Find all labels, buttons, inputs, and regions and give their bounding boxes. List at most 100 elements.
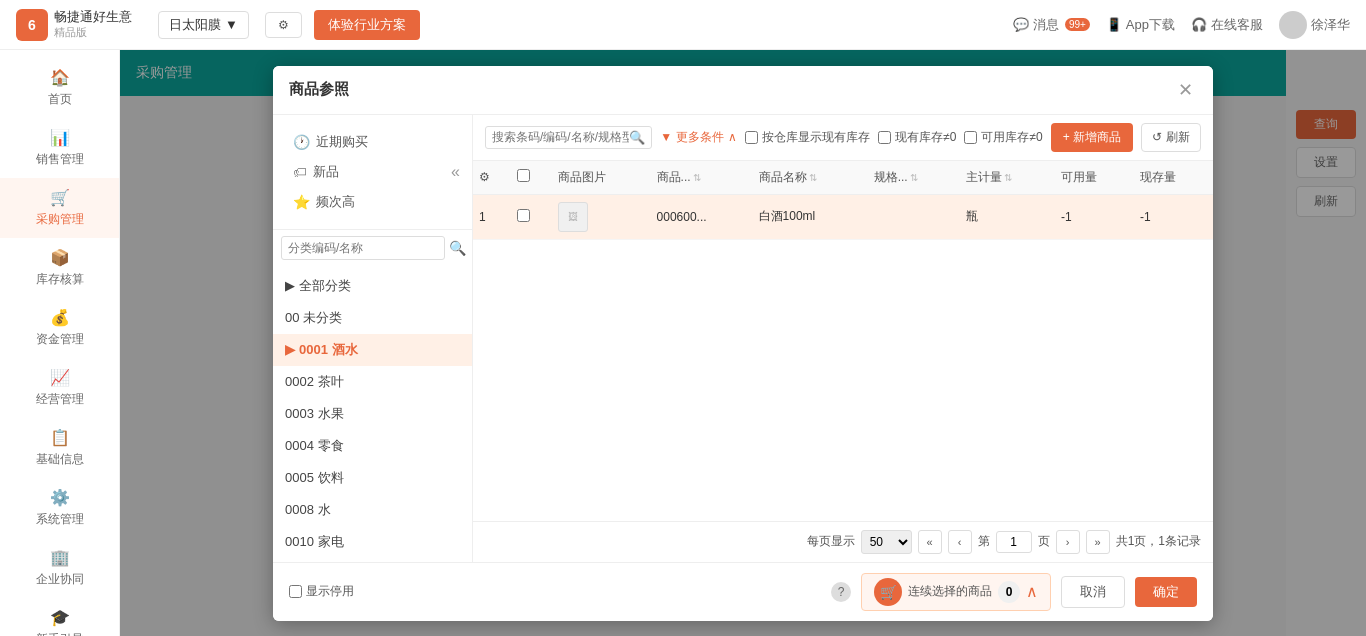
category-search-btn[interactable]: 🔍 bbox=[449, 240, 466, 256]
add-product-btn[interactable]: + 新增商品 bbox=[1051, 123, 1133, 152]
clock-icon: 🕐 bbox=[293, 134, 310, 150]
sort-spec-icon: ⇅ bbox=[910, 172, 918, 183]
cat-label-0003: 0003 水果 bbox=[285, 406, 344, 421]
sidebar-item-sales[interactable]: 📊 销售管理 bbox=[0, 118, 119, 178]
modal-footer: 显示停用 ? 🛒 连续选择的商品 0 ∧ 取消 确定 bbox=[273, 562, 1213, 621]
sidebar-item-system[interactable]: ⚙️ 系统管理 bbox=[0, 478, 119, 538]
table-row[interactable]: 1 🖼 bbox=[473, 194, 1213, 239]
nav-selector[interactable]: 日太阳膜 ▼ bbox=[158, 11, 249, 39]
per-page-select[interactable]: 50 20 100 bbox=[861, 530, 912, 554]
th-unit[interactable]: 主计量 ⇅ bbox=[960, 161, 1055, 195]
arrow-right-active-icon: ▶ bbox=[285, 342, 295, 357]
online-service-label: 在线客服 bbox=[1211, 16, 1263, 34]
cat-item-00[interactable]: 00 未分类 bbox=[273, 302, 472, 334]
modal-left-top: 🕐 近期购买 🏷 新品 ⭐ 频次高 bbox=[273, 115, 472, 230]
sidebar-item-business[interactable]: 📈 经营管理 bbox=[0, 358, 119, 418]
modal-title: 商品参照 bbox=[289, 80, 349, 99]
sidebar-item-home[interactable]: 🏠 首页 bbox=[0, 58, 119, 118]
app-download-btn[interactable]: 📱 App下载 bbox=[1106, 16, 1175, 34]
next-page-btn[interactable]: › bbox=[1056, 530, 1080, 554]
cell-spec bbox=[868, 194, 960, 239]
cat-item-0010[interactable]: 0010 家电 bbox=[273, 526, 472, 558]
product-table: ⚙ 商品图片 商品... bbox=[473, 161, 1213, 240]
current-page-input[interactable] bbox=[996, 531, 1032, 553]
logo-icon: 6 bbox=[16, 9, 48, 41]
settings-icon[interactable]: ⚙ bbox=[479, 170, 490, 184]
th-checkbox bbox=[511, 161, 552, 195]
toolbar-right: + 新增商品 ↺ 刷新 bbox=[1051, 123, 1201, 152]
sidebar-item-finance[interactable]: 💰 资金管理 bbox=[0, 298, 119, 358]
cat-item-all[interactable]: ▶ 全部分类 bbox=[273, 270, 472, 302]
quick-item-recent[interactable]: 🕐 近期购买 bbox=[281, 127, 447, 157]
checkbox-available-nonzero[interactable] bbox=[964, 131, 977, 144]
online-service-btn[interactable]: 🎧 在线客服 bbox=[1191, 16, 1263, 34]
cat-label-0002: 0002 茶叶 bbox=[285, 374, 344, 389]
logo-title: 畅捷通好生意 bbox=[54, 9, 132, 26]
checkbox-warehouse[interactable] bbox=[745, 131, 758, 144]
category-search-input[interactable] bbox=[281, 236, 445, 260]
sidebar: 🏠 首页 📊 销售管理 🛒 采购管理 📦 库存核算 💰 资金管理 📈 经营管理 … bbox=[0, 50, 120, 636]
first-page-btn[interactable]: « bbox=[918, 530, 942, 554]
cart-collapse-btn[interactable]: ∧ bbox=[1026, 582, 1038, 601]
cat-label-all: 全部分类 bbox=[299, 277, 351, 295]
modal-body: 🕐 近期购买 🏷 新品 ⭐ 频次高 bbox=[273, 115, 1213, 562]
sidebar-label-sales: 销售管理 bbox=[36, 151, 84, 168]
last-page-btn[interactable]: » bbox=[1086, 530, 1110, 554]
business-icon: 📈 bbox=[50, 368, 70, 387]
cat-item-0008[interactable]: 0008 水 bbox=[273, 494, 472, 526]
cat-item-0001[interactable]: ▶ 0001 酒水 bbox=[273, 334, 472, 366]
sidebar-label-home: 首页 bbox=[48, 91, 72, 108]
table-header-row: ⚙ 商品图片 商品... bbox=[473, 161, 1213, 195]
cat-item-0002[interactable]: 0002 茶叶 bbox=[273, 366, 472, 398]
quick-new-label: 新品 bbox=[313, 163, 339, 181]
search-icon: 🔍 bbox=[629, 130, 645, 145]
trial-btn[interactable]: 体验行业方案 bbox=[314, 10, 420, 40]
top-nav: 6 畅捷通好生意 精品版 日太阳膜 ▼ ⚙ 体验行业方案 💬 消息 99+ 📱 … bbox=[0, 0, 1366, 50]
cell-code: 000600... bbox=[651, 194, 753, 239]
enterprise-icon: 🏢 bbox=[50, 548, 70, 567]
th-available: 可用量 bbox=[1055, 161, 1134, 195]
row-checkbox[interactable] bbox=[517, 209, 530, 222]
th-name[interactable]: 商品名称 ⇅ bbox=[753, 161, 868, 195]
quick-item-new[interactable]: 🏷 新品 bbox=[281, 157, 447, 187]
messages-label: 消息 bbox=[1033, 16, 1059, 34]
prev-page-btn[interactable]: ‹ bbox=[948, 530, 972, 554]
cat-item-0004[interactable]: 0004 零食 bbox=[273, 430, 472, 462]
show-disabled-wrap: 显示停用 bbox=[289, 583, 354, 600]
quick-item-frequent[interactable]: ⭐ 频次高 bbox=[281, 187, 447, 217]
sidebar-item-purchase[interactable]: 🛒 采购管理 bbox=[0, 178, 119, 238]
cancel-btn[interactable]: 取消 bbox=[1061, 576, 1125, 608]
sort-name-icon: ⇅ bbox=[809, 172, 817, 183]
help-btn[interactable]: ? bbox=[831, 582, 851, 602]
refresh-btn[interactable]: ↺ 刷新 bbox=[1141, 123, 1201, 152]
th-image: 商品图片 bbox=[552, 161, 651, 195]
th-code[interactable]: 商品... ⇅ bbox=[651, 161, 753, 195]
sidebar-item-stock[interactable]: 📦 库存核算 bbox=[0, 238, 119, 298]
modal-right-panel: 🔍 ▼ 更多条件 ∧ 按仓库显示现有库存 bbox=[473, 115, 1213, 562]
chevron-down-icon: ▼ bbox=[225, 17, 238, 32]
sidebar-item-basic[interactable]: 📋 基础信息 bbox=[0, 418, 119, 478]
collapse-left-btn[interactable]: « bbox=[447, 159, 464, 185]
guide-icon: 🎓 bbox=[50, 608, 70, 627]
th-spec[interactable]: 规格... ⇅ bbox=[868, 161, 960, 195]
show-disabled-checkbox[interactable] bbox=[289, 585, 302, 598]
cell-stock: -1 bbox=[1134, 194, 1213, 239]
confirm-btn[interactable]: 确定 bbox=[1135, 577, 1197, 607]
filter-more-btn[interactable]: ▼ 更多条件 ∧ bbox=[660, 129, 737, 146]
modal-close-btn[interactable]: ✕ bbox=[1173, 78, 1197, 102]
refresh-label: 刷新 bbox=[1166, 129, 1190, 146]
cat-item-0005[interactable]: 0005 饮料 bbox=[273, 462, 472, 494]
user-menu[interactable]: 徐泽华 bbox=[1279, 11, 1350, 39]
gear-button[interactable]: ⚙ bbox=[265, 12, 302, 38]
sidebar-item-guide[interactable]: 🎓 新手引导 bbox=[0, 598, 119, 636]
messages-btn[interactable]: 💬 消息 99+ bbox=[1013, 16, 1090, 34]
checkbox-stock-nonzero[interactable] bbox=[878, 131, 891, 144]
app-download-label: App下载 bbox=[1126, 16, 1175, 34]
sidebar-item-enterprise[interactable]: 🏢 企业协同 bbox=[0, 538, 119, 598]
select-all-checkbox[interactable] bbox=[517, 169, 530, 182]
checkbox-warehouse-label: 按仓库显示现有库存 bbox=[762, 129, 870, 146]
logo-area: 6 畅捷通好生意 精品版 bbox=[16, 9, 146, 41]
product-search-input[interactable] bbox=[492, 130, 629, 144]
sales-icon: 📊 bbox=[50, 128, 70, 147]
cat-item-0003[interactable]: 0003 水果 bbox=[273, 398, 472, 430]
